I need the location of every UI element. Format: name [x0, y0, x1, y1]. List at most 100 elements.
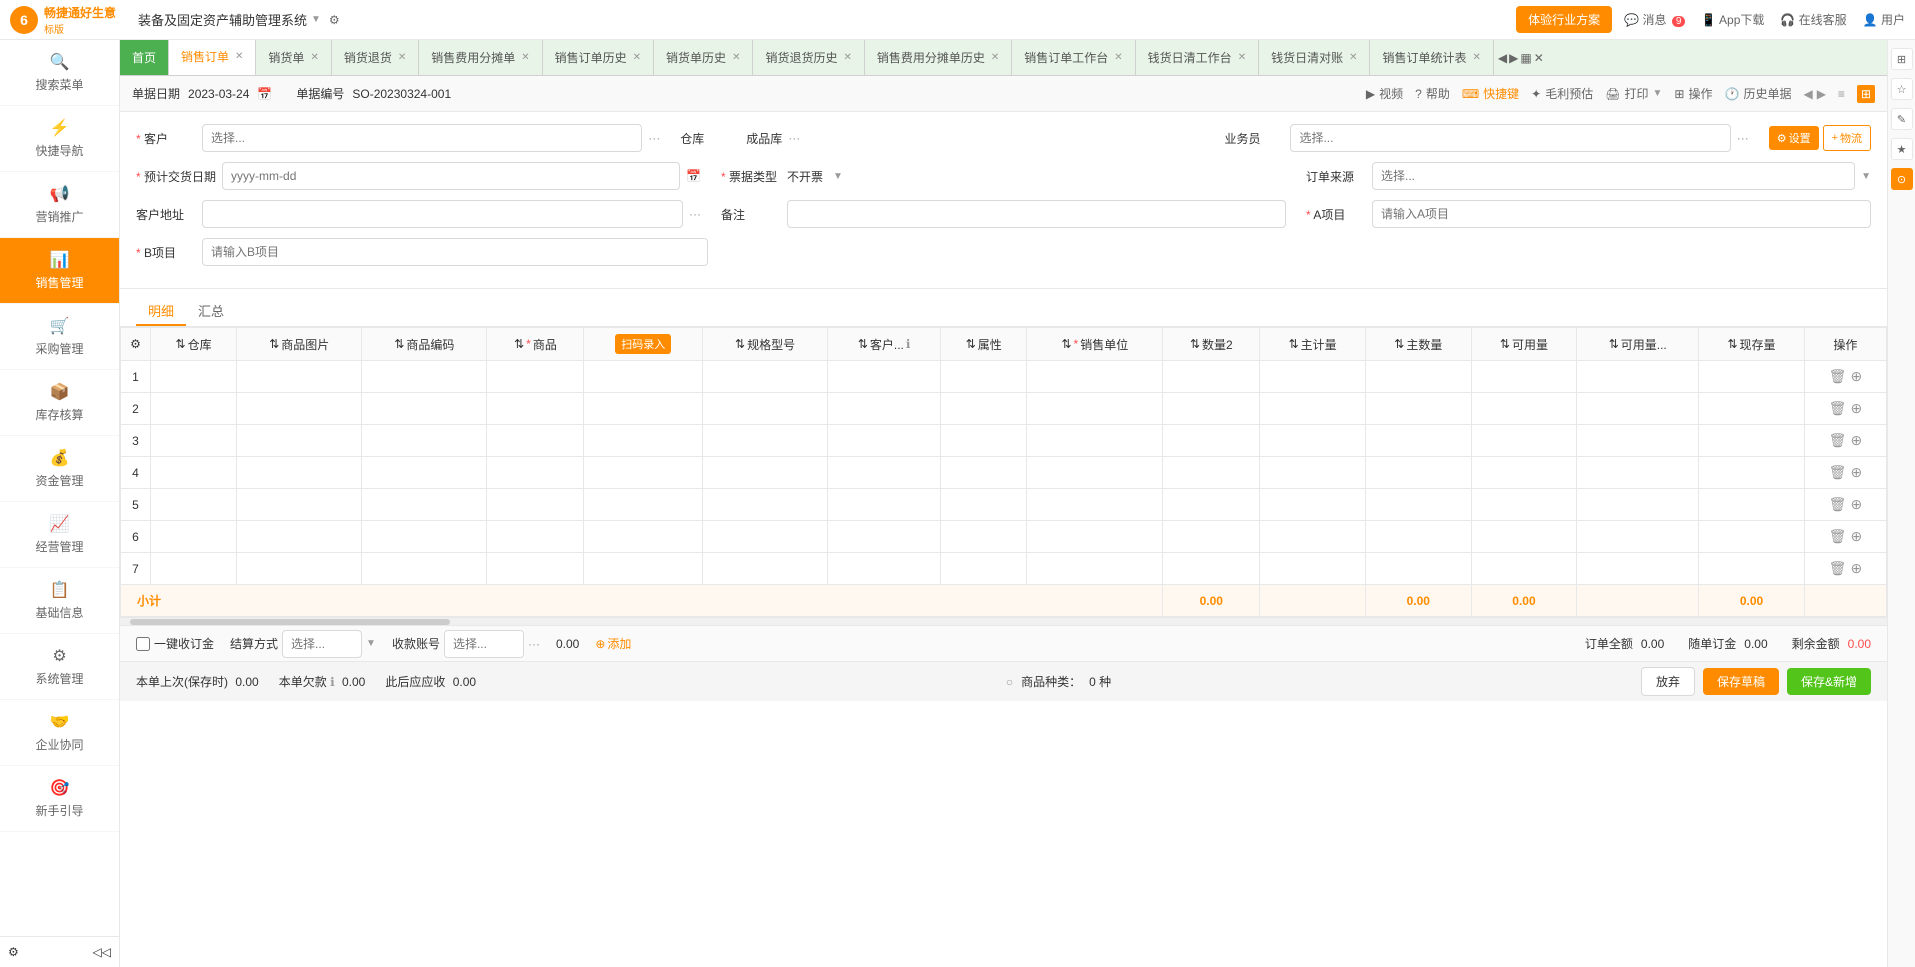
tab-summary[interactable]: 汇总 — [186, 297, 236, 326]
th-gear[interactable]: ⚙ — [121, 328, 151, 361]
grid-view-icon[interactable]: ≡ — [1838, 87, 1845, 101]
right-icon-settings[interactable]: ⊞ — [1891, 48, 1913, 70]
sidebar-item-sales[interactable]: 📊 销售管理 — [0, 238, 119, 304]
row-2-copy-icon[interactable]: ⊕ — [1850, 400, 1862, 417]
tab-expense-history[interactable]: 销售费用分摊单历史 ✕ — [865, 40, 1012, 76]
tab-sales-order[interactable]: 销售订单 ✕ — [169, 40, 256, 76]
tab-detail[interactable]: 明细 — [136, 297, 186, 326]
tab-prev-button[interactable]: ◀ — [1498, 51, 1507, 65]
toolbar-history[interactable]: 🕐 历史单据 — [1724, 85, 1791, 102]
industry-solution-button[interactable]: 体验行业方案 — [1516, 6, 1612, 33]
tab-order-stats[interactable]: 销售订单统计表 ✕ — [1370, 40, 1493, 76]
sidebar-item-search[interactable]: 🔍 搜索菜单 — [0, 40, 119, 106]
settlement-arrow[interactable]: ▼ — [366, 638, 376, 649]
prev-record-icon[interactable]: ◀ — [1803, 87, 1812, 101]
row-6-copy-icon[interactable]: ⊕ — [1850, 528, 1862, 545]
sidebar-item-system[interactable]: ⚙ 系统管理 — [0, 634, 119, 700]
row-3-delete-icon[interactable]: 🗑 — [1829, 432, 1847, 449]
add-material-button[interactable]: + 物流 — [1823, 125, 1871, 151]
row-2-product[interactable] — [487, 393, 584, 425]
sidebar-item-finance[interactable]: 💰 资金管理 — [0, 436, 119, 502]
row-2-scan[interactable] — [584, 393, 703, 425]
quick-deposit-field[interactable]: 一键收订金 — [136, 635, 214, 652]
tab-daily-reconcile-close[interactable]: ✕ — [1349, 52, 1357, 63]
calendar-icon[interactable]: 📅 — [257, 87, 272, 101]
row-1-copy-icon[interactable]: ⊕ — [1850, 368, 1862, 385]
tab-invoice-close[interactable]: ✕ — [310, 52, 318, 63]
tab-return-history[interactable]: 销货退货历史 ✕ — [753, 40, 864, 76]
row-2-qty2[interactable] — [1163, 393, 1260, 425]
order-source-input[interactable] — [1372, 162, 1855, 190]
delivery-date-input[interactable] — [222, 162, 680, 190]
row-2-attr[interactable] — [941, 393, 1027, 425]
tab-return-history-close[interactable]: ✕ — [843, 52, 851, 63]
tab-daily-workbench-close[interactable]: ✕ — [1238, 52, 1246, 63]
row-3-warehouse[interactable] — [151, 425, 237, 457]
row-2-spec[interactable] — [702, 393, 827, 425]
row-5-delete-icon[interactable]: 🗑 — [1829, 496, 1847, 513]
a-project-input[interactable] — [1372, 200, 1871, 228]
row-2-available[interactable] — [1471, 393, 1577, 425]
tab-daily-reconcile[interactable]: 钱货日清对账 ✕ — [1259, 40, 1370, 76]
salesperson-more-icon[interactable]: ··· — [1737, 131, 1749, 145]
row-1-spec[interactable] — [702, 361, 827, 393]
settings-button[interactable]: ⚙ 设置 — [1769, 126, 1819, 150]
system-selector[interactable]: 装备及固定资产辅助管理系统 ▼ — [138, 10, 321, 29]
address-input[interactable] — [202, 200, 683, 228]
tab-expense-split-close[interactable]: ✕ — [521, 52, 529, 63]
address-more-icon[interactable]: ··· — [689, 207, 701, 221]
scrollbar-area[interactable] — [120, 617, 1887, 625]
tab-expense-history-close[interactable]: ✕ — [991, 52, 999, 63]
invoice-dropdown-arrow[interactable]: ▼ — [833, 171, 843, 182]
row-2-warehouse[interactable] — [151, 393, 237, 425]
add-button[interactable]: ⊕ 添加 — [595, 635, 631, 652]
settlement-input[interactable] — [282, 630, 362, 658]
tab-expand-button[interactable]: ▦ — [1520, 51, 1531, 65]
right-icon-favorite[interactable]: ★ — [1891, 138, 1913, 160]
account-input[interactable] — [444, 630, 524, 658]
salesperson-input[interactable] — [1290, 124, 1730, 152]
quick-deposit-checkbox[interactable] — [136, 637, 150, 651]
customer-input[interactable] — [202, 124, 642, 152]
row-2-code[interactable] — [362, 393, 487, 425]
tab-invoice-history-close[interactable]: ✕ — [732, 52, 740, 63]
row-2-unit[interactable] — [1027, 393, 1163, 425]
sidebar-item-basic-info[interactable]: 📋 基础信息 — [0, 568, 119, 634]
warehouse-more-icon[interactable]: ··· — [788, 131, 800, 145]
row-1-code[interactable] — [362, 361, 487, 393]
row-1-current[interactable] — [1699, 361, 1805, 393]
sidebar-item-purchase[interactable]: 🛒 采购管理 — [0, 304, 119, 370]
row-2-main-unit[interactable] — [1260, 393, 1366, 425]
row-1-main-qty[interactable] — [1365, 361, 1471, 393]
sidebar-item-marketing[interactable]: 📢 营销推广 — [0, 172, 119, 238]
row-1-attr[interactable] — [941, 361, 1027, 393]
row-4-delete-icon[interactable]: 🗑 — [1829, 464, 1847, 481]
next-record-icon[interactable]: ▶ — [1817, 87, 1826, 101]
row-1-unit[interactable] — [1027, 361, 1163, 393]
tab-invoice-history[interactable]: 销货单历史 ✕ — [654, 40, 753, 76]
sidebar-settings-icon[interactable]: ⚙ — [8, 945, 19, 959]
toolbar-print[interactable]: 🖨 打印 ▼ — [1605, 85, 1662, 102]
toolbar-video[interactable]: ▶ 视频 — [1366, 85, 1403, 102]
row-7-delete-icon[interactable]: 🗑 — [1829, 560, 1847, 577]
online-service-link[interactable]: 🎧 在线客服 — [1780, 11, 1846, 28]
row-1-main-unit[interactable] — [1260, 361, 1366, 393]
tab-sales-order-close[interactable]: ✕ — [235, 51, 243, 62]
row-7-copy-icon[interactable]: ⊕ — [1850, 560, 1862, 577]
toolbar-help[interactable]: ? 帮助 — [1415, 85, 1450, 102]
tab-sales-return-close[interactable]: ✕ — [398, 52, 406, 63]
table-view-icon[interactable]: ⊞ — [1857, 85, 1875, 103]
row-2-customer-code[interactable] — [828, 393, 941, 425]
tab-order-workbench-close[interactable]: ✕ — [1114, 52, 1122, 63]
save-draft-button[interactable]: 保存草稿 — [1703, 668, 1779, 695]
save-new-button[interactable]: 保存&新增 — [1787, 668, 1871, 695]
row-1-image[interactable] — [237, 361, 362, 393]
tab-order-history-close[interactable]: ✕ — [633, 52, 641, 63]
row-3-copy-icon[interactable]: ⊕ — [1850, 432, 1862, 449]
settings-gear-icon[interactable]: ⚙ — [329, 13, 340, 27]
customer-more-icon[interactable]: ··· — [648, 131, 660, 145]
row-2-image[interactable] — [237, 393, 362, 425]
tab-order-history[interactable]: 销售订单历史 ✕ — [543, 40, 654, 76]
b-project-input[interactable] — [202, 238, 708, 266]
app-download-link[interactable]: 📱 App下载 — [1701, 11, 1764, 28]
